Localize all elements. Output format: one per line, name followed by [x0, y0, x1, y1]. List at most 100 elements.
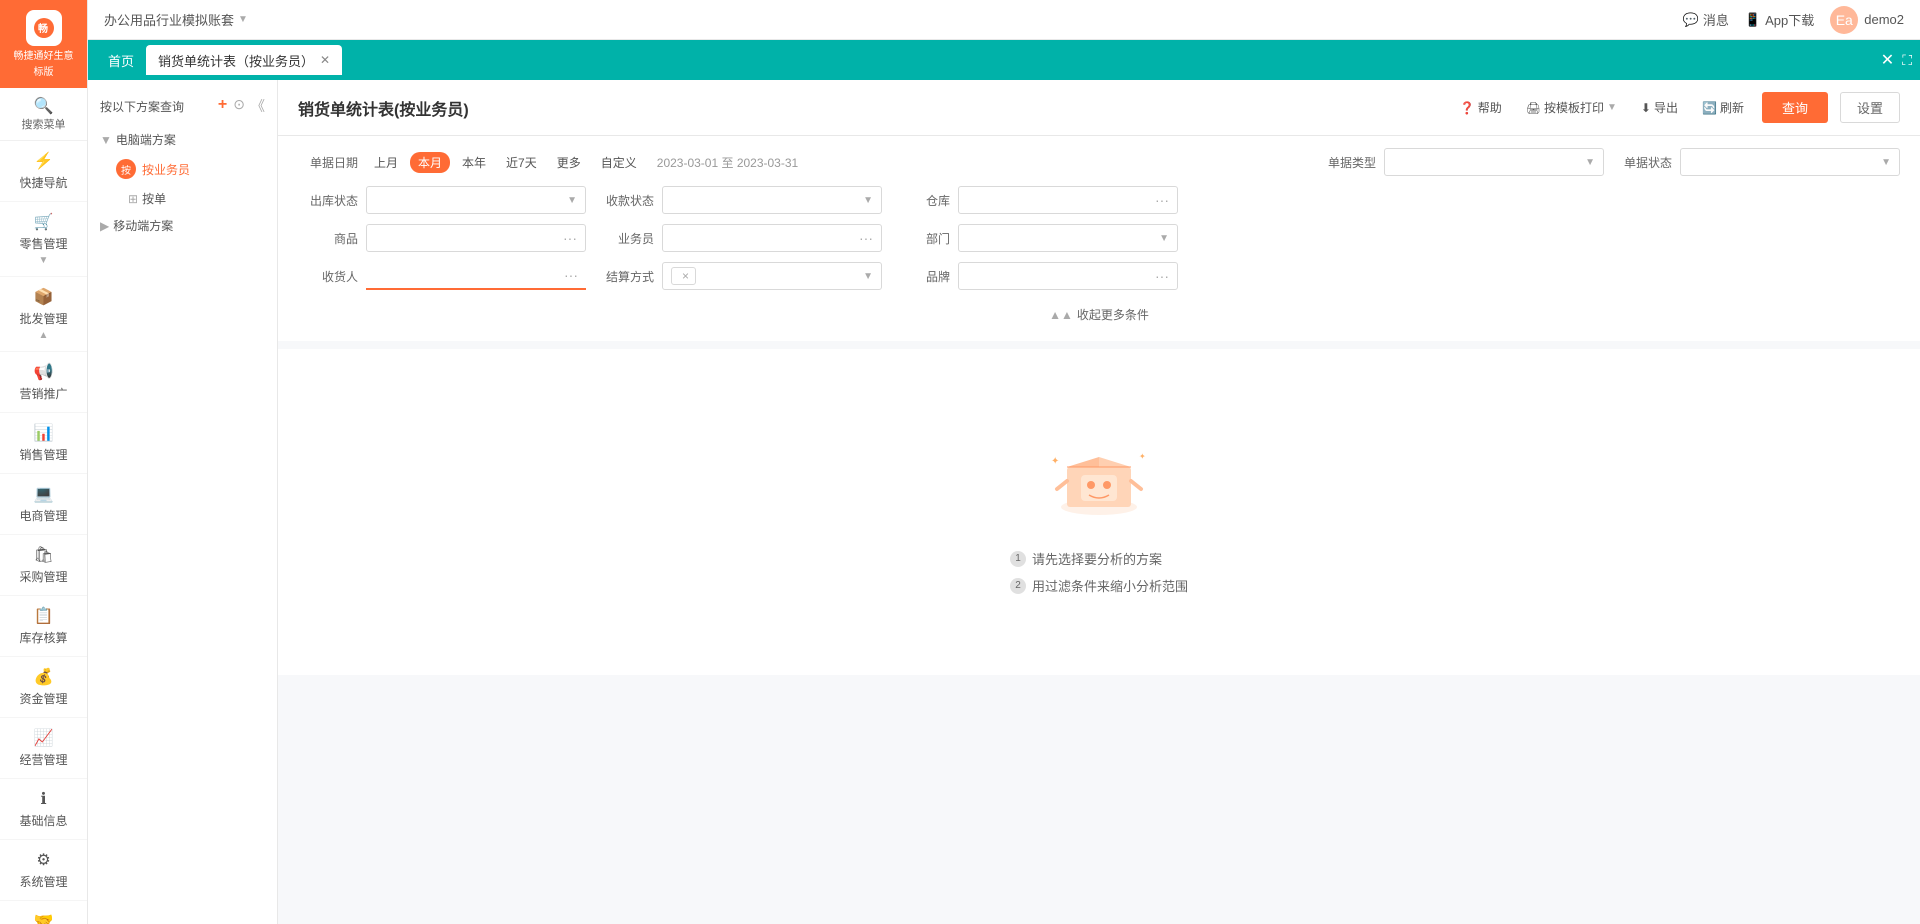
- sidebar-item-sales[interactable]: 📊 销售管理: [0, 413, 87, 474]
- help-btn[interactable]: ❓ 帮助: [1454, 95, 1508, 120]
- mobile-group-header[interactable]: ▶ 移动端方案: [88, 212, 277, 239]
- desktop-plan-group: ▼ 电脑端方案 按 按业务员 ⊞ 按单 ▶ 移动端方案: [88, 122, 277, 243]
- tab-bar: 首页 销货单统计表（按业务员） ✕ ✕ ⛶: [88, 40, 1920, 80]
- svg-text:✦: ✦: [1051, 456, 1059, 467]
- query-button[interactable]: 查询: [1762, 92, 1828, 123]
- sidebar-item-ecommerce[interactable]: 💻 电商管理: [0, 474, 87, 535]
- warehouse-dots-icon: ···: [1155, 192, 1169, 208]
- user-avatar: Ea: [1830, 6, 1858, 34]
- plan-sub-item-by-order[interactable]: ⊞ 按单: [88, 185, 277, 212]
- print-btn[interactable]: 🖨 按模板打印 ▼: [1520, 95, 1623, 120]
- header-right: 💬 消息 📱 App下载 Ea demo2: [1683, 6, 1904, 34]
- page-title: 销货单统计表(按业务员): [298, 96, 469, 132]
- date-tab-custom[interactable]: 自定义: [593, 152, 645, 173]
- search-menu-item[interactable]: 🔍 搜索菜单: [0, 88, 87, 141]
- sidebar-item-retail[interactable]: 🛒 零售管理 ▼: [0, 202, 87, 277]
- refresh-btn[interactable]: 🔄 刷新: [1696, 95, 1750, 120]
- payment-tag-close-icon[interactable]: ×: [682, 269, 689, 283]
- tab-home[interactable]: 首页: [96, 45, 146, 75]
- app-logo[interactable]: 畅 畅捷通好生意 标版: [0, 0, 88, 88]
- sales-icon: 📊: [34, 423, 54, 443]
- page-actions: ❓ 帮助 🖨 按模板打印 ▼ ⬇ 导出 🔄 刷新: [1454, 92, 1900, 135]
- setting-button[interactable]: 设置: [1840, 92, 1900, 123]
- date-tab-this-year[interactable]: 本年: [454, 152, 494, 173]
- date-tab-more[interactable]: 更多: [549, 152, 589, 173]
- product-dots-icon: ···: [563, 230, 577, 246]
- plan-item-by-salesperson[interactable]: 按 按业务员: [88, 153, 277, 185]
- sidebar-item-basic-info[interactable]: ℹ 基础信息: [0, 779, 87, 840]
- doc-status-label: 单据状态: [1612, 154, 1672, 171]
- message-icon: 💬: [1683, 12, 1699, 28]
- tab-bar-actions: ✕ ⛶: [1881, 50, 1912, 70]
- sidebar-item-collab[interactable]: 🤝 企业协同: [0, 901, 87, 924]
- receive-status-select[interactable]: ▼: [662, 186, 882, 214]
- brand-select[interactable]: ···: [958, 262, 1178, 290]
- date-tab-this-month[interactable]: 本月: [410, 152, 450, 173]
- finance-icon: 💰: [34, 667, 54, 687]
- inventory-icon: 📋: [34, 606, 54, 626]
- tab-maximize-btn[interactable]: ⛶: [1902, 52, 1912, 69]
- app-name: 畅捷通好生意: [14, 50, 74, 63]
- operations-icon: 📈: [34, 728, 54, 748]
- empty-tips: 1 请先选择要分析的方案 2 用过滤条件来缩小分析范围: [1010, 549, 1188, 595]
- retail-icon: 🛒: [34, 212, 54, 232]
- salesperson-label: 业务员: [594, 230, 654, 247]
- brand-dots-icon: ···: [1155, 268, 1169, 284]
- panel-add-btn[interactable]: +: [218, 96, 227, 116]
- date-tab-last-month[interactable]: 上月: [366, 152, 406, 173]
- warehouse-select[interactable]: ···: [958, 186, 1178, 214]
- product-select[interactable]: ···: [366, 224, 586, 252]
- header-left: 办公用品行业模拟账套 ▼: [104, 10, 248, 29]
- empty-illustration: ✦ ✦: [1039, 429, 1159, 529]
- sidebar-item-system[interactable]: ⚙ 系统管理: [0, 840, 87, 901]
- salesperson-select[interactable]: ···: [662, 224, 882, 252]
- print-dropdown-icon: ▼: [1607, 102, 1617, 113]
- collapse-filter-btn[interactable]: ▲▲ 收起更多条件: [298, 300, 1900, 329]
- sidebar-item-finance[interactable]: 💰 资金管理: [0, 657, 87, 718]
- tab-sales-stats[interactable]: 销货单统计表（按业务员） ✕: [146, 45, 342, 75]
- panel-collapse-btn[interactable]: 《: [251, 96, 265, 116]
- sidebar-item-operations[interactable]: 📈 经营管理: [0, 718, 87, 779]
- department-select[interactable]: ▼: [958, 224, 1178, 252]
- sidebar-item-quick-nav[interactable]: ⚡ 快捷导航: [0, 141, 87, 202]
- sidebar-item-wholesale[interactable]: 📦 批发管理 ▲: [0, 277, 87, 352]
- filter-row-2: 出库状态 ▼ 收款状态 ▼ 仓库 ···: [298, 186, 1900, 214]
- salesperson-plan-icon: 按: [116, 159, 136, 179]
- marketing-icon: 📢: [34, 362, 54, 382]
- svg-text:✦: ✦: [1139, 452, 1146, 461]
- message-btn[interactable]: 💬 消息: [1683, 10, 1729, 29]
- user-profile-btn[interactable]: Ea demo2: [1830, 6, 1904, 34]
- product-label: 商品: [298, 230, 358, 247]
- desktop-group-arrow-icon: ▼: [100, 133, 112, 147]
- sidebar-item-marketing[interactable]: 📢 营销推广: [0, 352, 87, 413]
- panel-edit-btn[interactable]: ⊙: [233, 96, 245, 116]
- empty-state: ✦ ✦ 1 请先选择要分析的方案 2 用过滤条件来缩小分析范围: [278, 369, 1920, 655]
- panel-header: 按以下方案查询 + ⊙ 《: [88, 90, 277, 122]
- doc-type-select[interactable]: ▼: [1384, 148, 1604, 176]
- filter-area: 单据日期 上月 本月 本年 近7天 更多 自定义 2023-03-01 至 20…: [278, 136, 1920, 341]
- purchase-icon: 🛍: [33, 545, 53, 565]
- consignee-input[interactable]: ···: [366, 262, 586, 290]
- app-download-btn[interactable]: 📱 App下载: [1745, 10, 1814, 29]
- account-dropdown[interactable]: 办公用品行业模拟账套 ▼: [104, 10, 248, 29]
- sidebar-item-inventory[interactable]: 📋 库存核算: [0, 596, 87, 657]
- out-status-select[interactable]: ▼: [366, 186, 586, 214]
- payment-select[interactable]: × ▼: [662, 262, 882, 290]
- main-area: 办公用品行业模拟账套 ▼ 💬 消息 📱 App下载 Ea demo2 首页: [88, 0, 1920, 924]
- export-icon: ⬇: [1641, 101, 1651, 115]
- tip-num-1: 1: [1010, 551, 1026, 567]
- doc-type-arrow-icon: ▼: [1585, 157, 1595, 168]
- warehouse-label: 仓库: [890, 192, 950, 209]
- top-header: 办公用品行业模拟账套 ▼ 💬 消息 📱 App下载 Ea demo2: [88, 0, 1920, 40]
- export-btn[interactable]: ⬇ 导出: [1635, 95, 1684, 120]
- doc-status-select[interactable]: ▼: [1680, 148, 1900, 176]
- tab-minimize-btn[interactable]: ✕: [1881, 50, 1894, 70]
- filter-row-3: 商品 ··· 业务员 ··· 部门 ▼: [298, 224, 1900, 252]
- empty-tip-1: 1 请先选择要分析的方案: [1010, 549, 1188, 568]
- right-content: 销货单统计表(按业务员) ❓ 帮助 🖨 按模板打印 ▼ ⬇ 导出: [278, 80, 1920, 924]
- tab-close-icon[interactable]: ✕: [320, 53, 330, 67]
- date-tab-7days[interactable]: 近7天: [498, 152, 545, 173]
- desktop-group-header[interactable]: ▼ 电脑端方案: [88, 126, 277, 153]
- filter-row-1: 单据日期 上月 本月 本年 近7天 更多 自定义 2023-03-01 至 20…: [298, 148, 1900, 176]
- sidebar-item-purchase[interactable]: 🛍 采购管理: [0, 535, 87, 596]
